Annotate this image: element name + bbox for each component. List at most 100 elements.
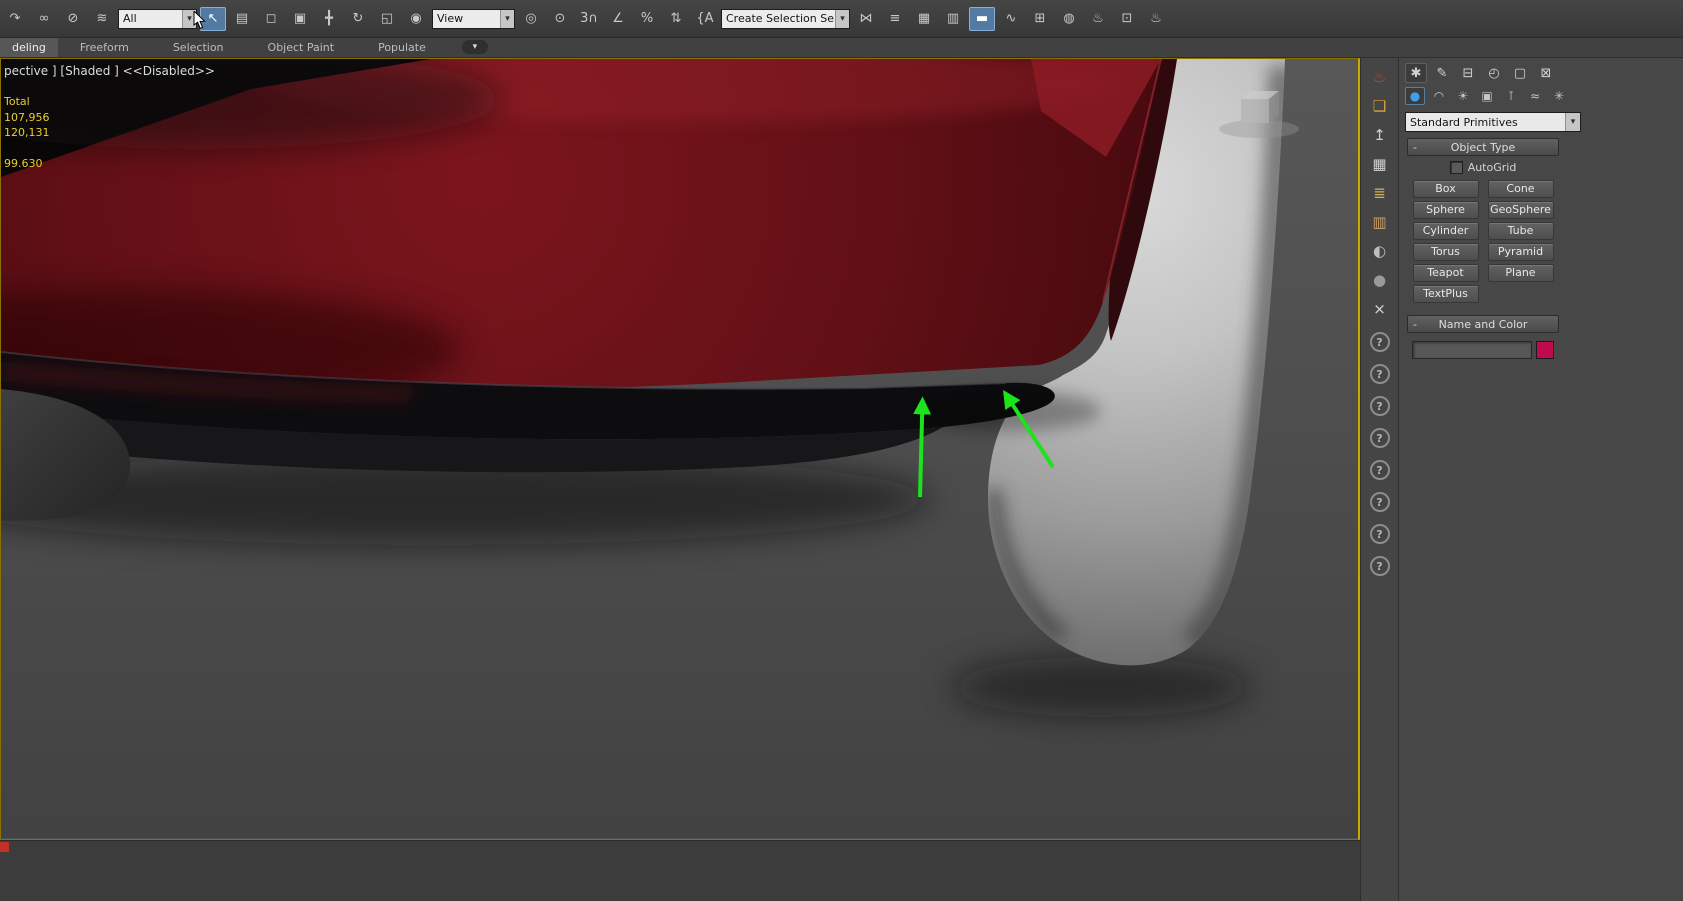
toolbar-icon: ≋ (96, 11, 108, 26)
object-type-rollout-header[interactable]: - Object Type (1407, 138, 1559, 156)
select-and-link-icon[interactable]: ∞ (31, 7, 57, 31)
primitive-button[interactable]: Cone (1487, 180, 1554, 198)
half-sphere-icon[interactable]: ◐ (1368, 240, 1392, 262)
cameras-category-icon[interactable]: ▣ (1477, 87, 1497, 105)
curve-editor-icon[interactable]: ∿ (998, 7, 1024, 31)
reference-coordinate-dropdown[interactable]: View (432, 8, 515, 29)
select-and-manipulate-icon[interactable]: ⊙ (547, 7, 573, 31)
stat-line: 107,956 (4, 110, 50, 124)
brick-wall-icon[interactable]: ▥ (1368, 211, 1392, 233)
toolbar-icon: ▦ (917, 11, 931, 26)
primitive-button[interactable]: Tube (1487, 222, 1554, 240)
toolbar-icon: ⋈ (859, 11, 873, 26)
close-x-icon[interactable]: × (1368, 298, 1392, 320)
geometry-category-icon[interactable]: ● (1405, 87, 1425, 105)
layer-explorer-icon[interactable]: ▥ (940, 7, 966, 31)
select-by-name-icon[interactable]: ▤ (229, 7, 255, 31)
teapot-render-icon[interactable]: ♨ (1368, 66, 1392, 88)
selection-filter-dropdown[interactable]: All (118, 8, 197, 29)
name-color-rollout-header[interactable]: - Name and Color (1407, 315, 1559, 333)
material-editor-icon[interactable]: ◍ (1056, 7, 1082, 31)
motion-tab-icon[interactable]: ◴ (1483, 63, 1505, 83)
help-icon[interactable]: ? (1369, 556, 1390, 576)
primitive-type-dropdown[interactable]: Standard Primitives (1405, 112, 1581, 132)
rendered-frame-icon[interactable]: ⊡ (1114, 7, 1140, 31)
primitive-button[interactable]: Cylinder (1412, 222, 1479, 240)
primitive-button[interactable]: Pyramid (1487, 243, 1554, 261)
object-color-swatch[interactable] (1536, 341, 1554, 359)
object-name-input[interactable] (1412, 341, 1532, 359)
utilities-tab-icon[interactable]: ⊠ (1535, 63, 1557, 83)
primitive-button[interactable]: Teapot (1412, 264, 1479, 282)
ribbon-config-button[interactable] (461, 40, 488, 54)
spinner-snap-icon[interactable]: ⇅ (663, 7, 689, 31)
lights-category-icon[interactable]: ☀ (1453, 87, 1473, 105)
edit-named-selection-sets-icon[interactable]: {A (692, 7, 718, 31)
hierarchy-tab-icon[interactable]: ⊟ (1457, 63, 1479, 83)
help-icon[interactable]: ? (1369, 524, 1390, 544)
align-icon[interactable]: ≡ (882, 7, 908, 31)
folder-icon[interactable]: ❏ (1368, 95, 1392, 117)
bind-to-space-warp-icon[interactable]: ≋ (89, 7, 115, 31)
ribbon-tab-bar: deling Freeform Selection Object Paint Popul… (0, 38, 1683, 58)
use-center-icon[interactable]: ◎ (518, 7, 544, 31)
tab-selection[interactable]: Selection (151, 38, 246, 57)
percent-snap-icon[interactable]: % (634, 7, 660, 31)
shapes-category-icon[interactable]: ◠ (1429, 87, 1449, 105)
space-warps-category-icon[interactable]: ≈ (1525, 87, 1545, 105)
select-and-place-icon[interactable]: ◉ (403, 7, 429, 31)
axis-tripod-icon[interactable]: ↥ (1368, 124, 1392, 146)
tab-modeling[interactable]: deling (0, 38, 58, 57)
systems-category-icon[interactable]: ✳ (1549, 87, 1569, 105)
mirror-icon[interactable]: ⋈ (853, 7, 879, 31)
redo-icon[interactable]: ↷ (2, 7, 28, 31)
primitive-button[interactable]: Sphere (1412, 201, 1479, 219)
window-crossing-icon[interactable]: ▣ (287, 7, 313, 31)
tab-freeform[interactable]: Freeform (58, 38, 151, 57)
schematic-view-icon[interactable]: ⊞ (1027, 7, 1053, 31)
snap-toggle-3d-icon[interactable]: 3∩ (576, 7, 602, 31)
primitive-button[interactable]: GeoSphere (1487, 201, 1554, 219)
help-icon[interactable]: ? (1369, 364, 1390, 384)
autogrid-checkbox[interactable] (1449, 161, 1463, 174)
dark-sphere-icon[interactable]: ● (1368, 269, 1392, 291)
layer-stack-icon[interactable]: ≣ (1368, 182, 1392, 204)
selection-region-icon[interactable]: ◻ (258, 7, 284, 31)
viewport-label[interactable]: pective ] [Shaded ] <<Disabled>> (4, 64, 215, 78)
unlink-selection-icon[interactable]: ⊘ (60, 7, 86, 31)
checker-pattern-icon[interactable]: ▦ (1368, 153, 1392, 175)
render-setup-icon[interactable]: ♨ (1085, 7, 1111, 31)
create-tab-icon[interactable]: ✱ (1405, 63, 1427, 83)
car-body-mesh[interactable] (1, 59, 1162, 409)
toolbar-icon: ▥ (946, 11, 960, 26)
ribbon-toggle-icon[interactable]: ▬ (969, 6, 995, 31)
tab-populate[interactable]: Populate (356, 38, 448, 57)
named-selection-sets-dropdown[interactable]: Create Selection Se (721, 8, 850, 29)
toolbar-icon: ▣ (293, 11, 307, 26)
select-and-scale-icon[interactable]: ◱ (374, 7, 400, 31)
select-and-move-icon[interactable]: ╋ (316, 7, 342, 31)
primitive-buttons: Box Cone Sphere GeoSphere Cylinder Tube Torus P… (1407, 180, 1559, 303)
help-icon[interactable]: ? (1369, 332, 1390, 352)
perspective-viewport[interactable]: pective ] [Shaded ] <<Disabled>> Total 10… (0, 58, 1360, 840)
render-production-icon[interactable]: ♨ (1143, 7, 1169, 31)
tab-object-paint[interactable]: Object Paint (246, 38, 357, 57)
primitive-button[interactable]: TextPlus (1412, 285, 1479, 303)
command-panel-tabs: ✱ ✎ ⊟ ◴ ▢ ⊠ (1403, 61, 1683, 85)
primitive-button[interactable]: Plane (1487, 264, 1554, 282)
annotation-arrow-left (913, 396, 932, 498)
select-object-icon[interactable]: ↖ (200, 6, 226, 31)
select-and-rotate-icon[interactable]: ↻ (345, 7, 371, 31)
modify-tab-icon[interactable]: ✎ (1431, 63, 1453, 83)
help-icon[interactable]: ? (1369, 428, 1390, 448)
primitive-button[interactable]: Box (1412, 180, 1479, 198)
primitive-button[interactable]: Torus (1412, 243, 1479, 261)
helpers-category-icon[interactable]: ⊺ (1501, 87, 1521, 105)
help-icon[interactable]: ? (1369, 396, 1390, 416)
display-tab-icon[interactable]: ▢ (1509, 63, 1531, 83)
scene-explorer-icon[interactable]: ▦ (911, 7, 937, 31)
toolbar-icon: ≡ (889, 11, 901, 26)
help-icon[interactable]: ? (1369, 492, 1390, 512)
angle-snap-icon[interactable]: ∠ (605, 7, 631, 31)
help-icon[interactable]: ? (1369, 460, 1390, 480)
